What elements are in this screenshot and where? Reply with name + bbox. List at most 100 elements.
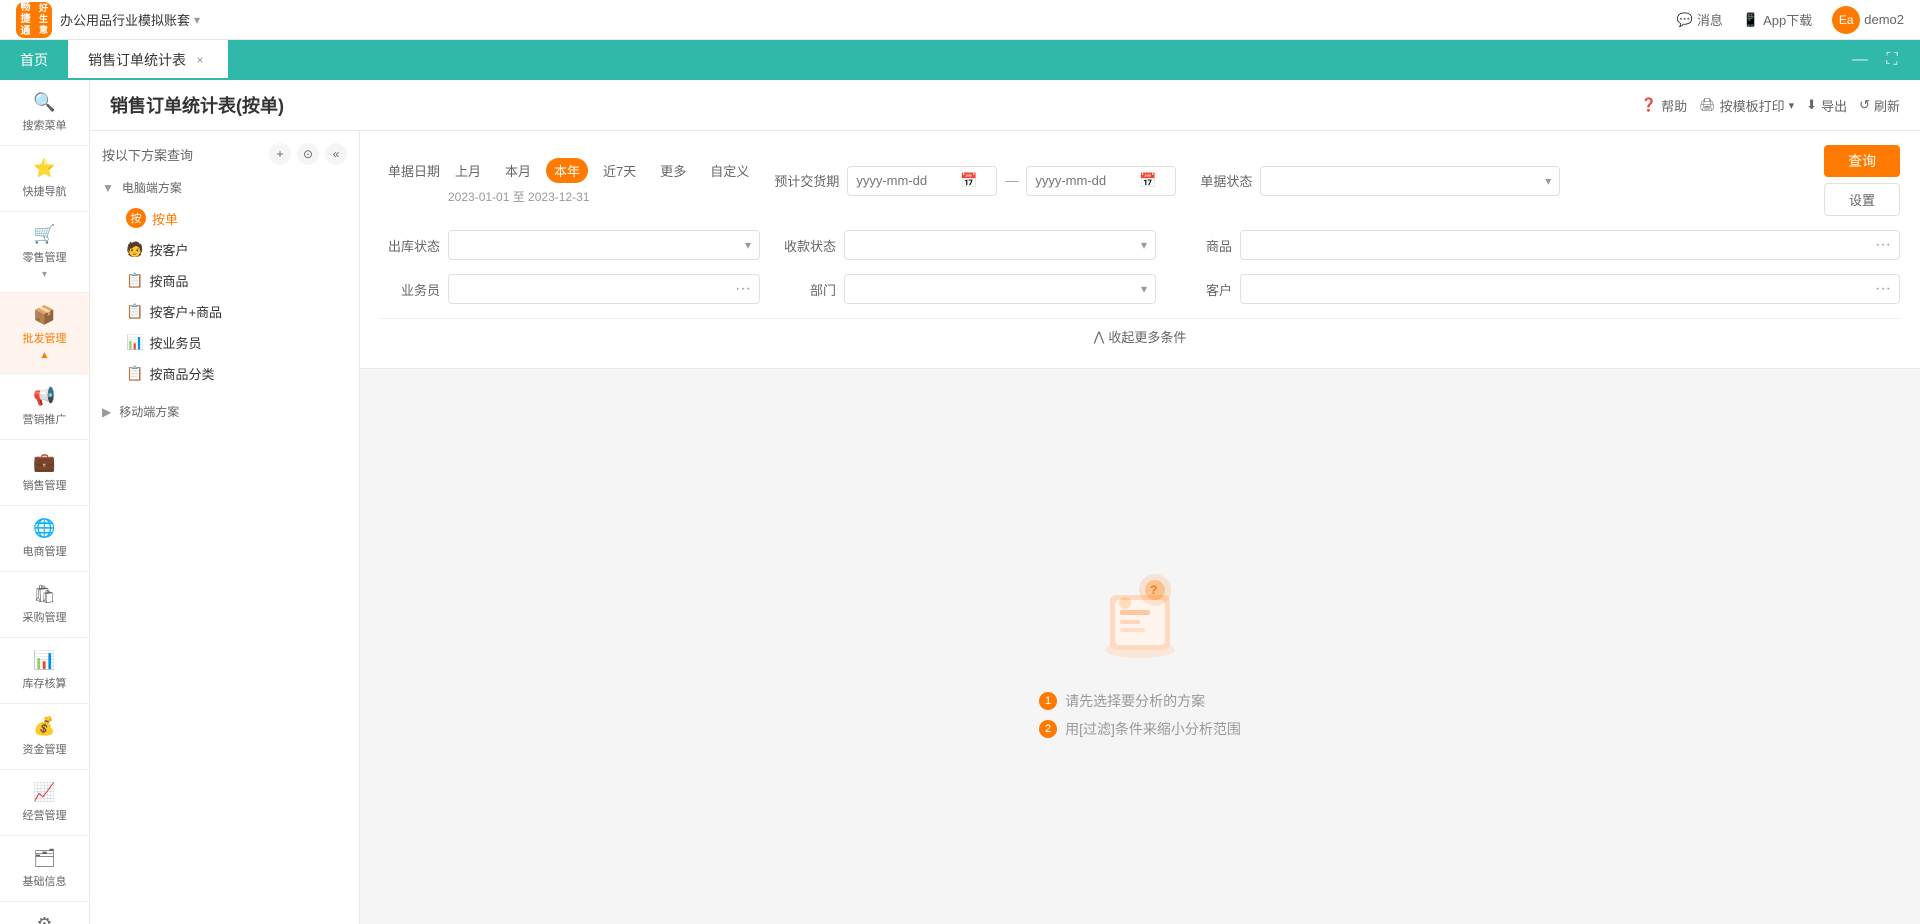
top-bar-right: 💬 消息 📱 App下载 Ea demo2 bbox=[1677, 6, 1904, 34]
payment-dropdown-icon: ▾ bbox=[1141, 238, 1147, 252]
basic-icon: 🗂 bbox=[33, 848, 56, 869]
help-icon: ❓ bbox=[1641, 97, 1657, 113]
dept-select[interactable]: ▾ bbox=[844, 274, 1156, 304]
settings-button[interactable]: 设置 bbox=[1824, 183, 1900, 216]
help-btn[interactable]: ❓ 帮助 bbox=[1641, 96, 1687, 115]
date-btn-this-year[interactable]: 本年 bbox=[546, 158, 588, 183]
filter-area: 单据日期 上月 本月 本年 近7天 更多 自定义 2023 bbox=[360, 131, 1920, 369]
sales-icon: 💼 bbox=[33, 452, 55, 473]
tab-bar: 首页 销售订单统计表 × — ⛶ bbox=[0, 40, 1920, 80]
add-scheme-btn[interactable]: + bbox=[269, 143, 291, 165]
template-print-btn[interactable]: 🖨 按模板打印 ▾ bbox=[1699, 96, 1794, 115]
scheme-list: 按 按单 🧑 按客户 📋 按商品 📋 bbox=[90, 202, 359, 389]
svg-text:?: ? bbox=[1150, 583, 1157, 597]
scheme-by-cust-prod[interactable]: 📋 按客户+商品 bbox=[114, 296, 359, 327]
dept-dropdown-icon: ▾ bbox=[1141, 282, 1147, 296]
scheme-by-customer[interactable]: 🧑 按客户 bbox=[114, 234, 359, 265]
tab-close-icon[interactable]: × bbox=[192, 52, 208, 68]
collapse-panel-btn[interactable]: « bbox=[325, 143, 347, 165]
right-panel: 单据日期 上月 本月 本年 近7天 更多 自定义 2023 bbox=[360, 131, 1920, 924]
customer-select[interactable]: ··· bbox=[1240, 274, 1900, 304]
minimize-icon[interactable]: — bbox=[1848, 48, 1872, 72]
scheme-by-order[interactable]: 按 按单 bbox=[114, 202, 359, 234]
print-arrow-icon: ▾ bbox=[1789, 99, 1795, 112]
shipment-label: 出库状态 bbox=[380, 236, 440, 255]
date-to-input[interactable] bbox=[1035, 173, 1135, 188]
goods-group: 商品 ··· bbox=[1172, 230, 1900, 260]
goods-select[interactable]: ··· bbox=[1240, 230, 1900, 260]
user-menu[interactable]: Ea demo2 bbox=[1832, 6, 1904, 34]
sidebar-item-system[interactable]: ⚙ 系统管理 bbox=[0, 902, 89, 924]
company-name: 办公用品行业模拟账套 bbox=[60, 10, 190, 29]
salesman-select[interactable]: ··· bbox=[448, 274, 760, 304]
date-btn-this-month[interactable]: 本月 bbox=[496, 157, 540, 184]
collapse-filter-btn[interactable]: ⋀ 收起更多条件 bbox=[380, 318, 1900, 354]
finance-icon: 💰 bbox=[33, 716, 55, 737]
page-header: 销售订单统计表(按单) ❓ 帮助 🖨 按模板打印 ▾ ⬇ 导出 ↺ 刷新 bbox=[90, 80, 1920, 131]
empty-illustration: ? bbox=[1080, 555, 1200, 675]
scheme-by-category[interactable]: 📋 按商品分类 bbox=[114, 358, 359, 389]
app-logo: 畅捷通好生意 bbox=[16, 2, 52, 38]
sidebar-item-inventory[interactable]: 📊 库存核算 bbox=[0, 638, 89, 704]
date-btn-last-month[interactable]: 上月 bbox=[446, 157, 490, 184]
sidebar-item-sales[interactable]: 💼 销售管理 bbox=[0, 440, 89, 506]
sidebar-item-purchase[interactable]: 🛍 采购管理 bbox=[0, 572, 89, 638]
date-btn-more[interactable]: 更多 bbox=[651, 157, 695, 184]
top-bar: 畅捷通好生意 办公用品行业模拟账套 ▾ 💬 消息 📱 App下载 Ea demo… bbox=[0, 0, 1920, 40]
goods-dots-icon[interactable]: ··· bbox=[1875, 236, 1891, 254]
empty-step-2: 2 用[过滤]条件来缩小分析范围 bbox=[1039, 719, 1241, 739]
customer-label: 客户 bbox=[1172, 280, 1232, 299]
status-group: 单据状态 ▾ bbox=[1192, 166, 1560, 196]
sidebar-item-finance[interactable]: 💰 资金管理 bbox=[0, 704, 89, 770]
sidebar-item-marketing[interactable]: 📢 营销推广 bbox=[0, 374, 89, 440]
top-bar-left: 畅捷通好生意 办公用品行业模拟账套 ▾ bbox=[16, 2, 200, 38]
retail-icon: 🛒 bbox=[33, 224, 55, 245]
message-btn[interactable]: 💬 消息 bbox=[1677, 10, 1723, 29]
refresh-btn[interactable]: ↺ 刷新 bbox=[1859, 96, 1900, 115]
export-btn[interactable]: ⬇ 导出 bbox=[1806, 96, 1847, 115]
tab-home[interactable]: 首页 bbox=[0, 40, 68, 80]
salesman-dots-icon[interactable]: ··· bbox=[735, 280, 751, 298]
export-icon: ⬇ bbox=[1806, 97, 1817, 113]
customer-dots-icon[interactable]: ··· bbox=[1875, 280, 1891, 298]
shipment-group: 出库状态 ▾ bbox=[380, 230, 760, 260]
scheme-icon: 📋 bbox=[126, 272, 143, 289]
content-area: 销售订单统计表(按单) ❓ 帮助 🖨 按模板打印 ▾ ⬇ 导出 ↺ 刷新 bbox=[90, 80, 1920, 924]
retail-arrow: ▾ bbox=[42, 269, 47, 280]
expected-date-from[interactable]: 📅 bbox=[847, 166, 997, 196]
sidebar-quick-nav[interactable]: ⭐ 快捷导航 bbox=[0, 146, 89, 212]
payment-select[interactable]: ▾ bbox=[844, 230, 1156, 260]
operation-icon: 📈 bbox=[33, 782, 55, 803]
left-panel: 按以下方案查询 + ⊙ « ▼ 电脑端方案 按 按单 bbox=[90, 131, 360, 924]
inventory-icon: 📊 bbox=[33, 650, 55, 671]
company-arrow[interactable]: ▾ bbox=[194, 13, 200, 27]
tab-bar-actions: — ⛶ bbox=[1848, 48, 1920, 72]
app-download-btn[interactable]: 📱 App下载 bbox=[1743, 10, 1812, 29]
purchase-icon: 🛍 bbox=[33, 584, 56, 605]
tab-sales-stat[interactable]: 销售订单统计表 × bbox=[68, 40, 228, 80]
status-select[interactable]: ▾ bbox=[1260, 166, 1560, 196]
sidebar-item-retail[interactable]: 🛒 零售管理 ▾ bbox=[0, 212, 89, 293]
system-icon: ⚙ bbox=[36, 914, 52, 924]
scheme-by-product[interactable]: 📋 按商品 bbox=[114, 265, 359, 296]
sidebar-item-operation[interactable]: 📈 经营管理 bbox=[0, 770, 89, 836]
sidebar-item-basic[interactable]: 🗂 基础信息 bbox=[0, 836, 89, 902]
sidebar-search[interactable]: 🔍 搜索菜单 bbox=[0, 80, 89, 146]
date-btn-last-7[interactable]: 近7天 bbox=[594, 157, 645, 184]
date-btn-custom[interactable]: 自定义 bbox=[701, 157, 758, 184]
sidebar-item-wholesale[interactable]: 📦 批发管理 ▲ bbox=[0, 293, 89, 374]
expected-date-to[interactable]: 📅 bbox=[1026, 166, 1176, 196]
sidebar-item-ecom[interactable]: 🌐 电商管理 bbox=[0, 506, 89, 572]
action-buttons: 查询 设置 bbox=[1824, 145, 1900, 216]
inner-layout: 按以下方案查询 + ⊙ « ▼ 电脑端方案 按 按单 bbox=[90, 131, 1920, 924]
scheme-by-salesman[interactable]: 📊 按业务员 bbox=[114, 327, 359, 358]
date-from-input[interactable] bbox=[856, 173, 956, 188]
shipment-select[interactable]: ▾ bbox=[448, 230, 760, 260]
marketing-icon: 📢 bbox=[33, 386, 55, 407]
maximize-icon[interactable]: ⛶ bbox=[1880, 48, 1904, 72]
scheme-icon: 🧑 bbox=[126, 241, 143, 258]
expected-date-group: 预计交货期 📅 — 📅 bbox=[774, 166, 1176, 196]
query-button[interactable]: 查询 bbox=[1824, 145, 1900, 177]
calendar-icon-2: 📅 bbox=[1139, 172, 1156, 189]
settings-scheme-btn[interactable]: ⊙ bbox=[297, 143, 319, 165]
